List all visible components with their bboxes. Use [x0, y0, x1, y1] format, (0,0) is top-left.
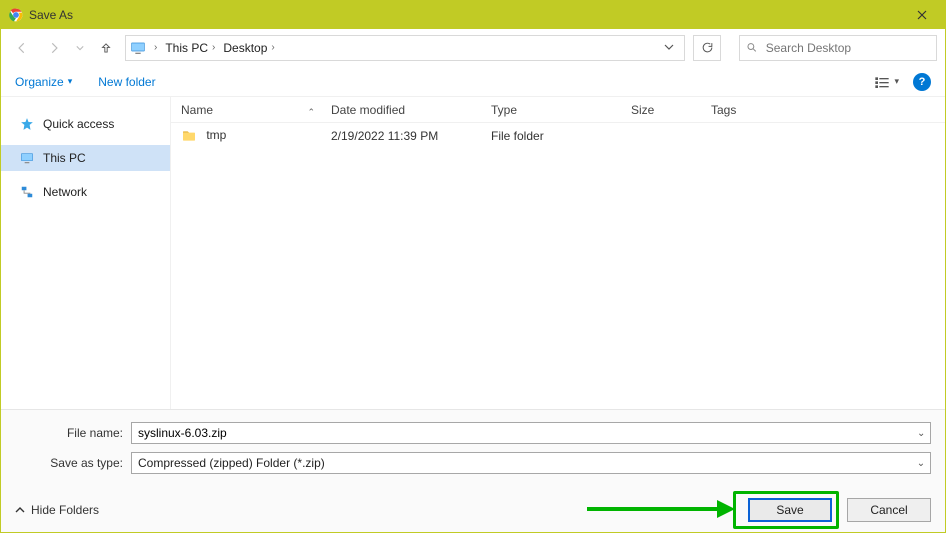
- cancel-button[interactable]: Cancel: [847, 498, 931, 522]
- annotation-highlight: Save: [733, 491, 839, 529]
- hide-folders-toggle[interactable]: Hide Folders: [15, 503, 99, 517]
- forward-button[interactable]: [41, 35, 67, 61]
- nav-label: Network: [43, 185, 87, 199]
- this-pc-icon: [130, 40, 146, 56]
- monitor-icon: [19, 150, 35, 166]
- filename-label: File name:: [15, 426, 131, 440]
- file-date: 2/19/2022 11:39 PM: [321, 129, 481, 143]
- col-name[interactable]: Name⌃: [171, 103, 321, 117]
- command-bar: Organize▾ New folder ▾ ?: [1, 67, 945, 97]
- save-button[interactable]: Save: [748, 498, 832, 522]
- filename-history-dropdown[interactable]: ⌄: [912, 428, 930, 439]
- organize-menu[interactable]: Organize▾: [15, 75, 72, 89]
- window-title: Save As: [29, 8, 73, 22]
- filetype-dropdown[interactable]: ⌄: [912, 458, 930, 469]
- breadcrumb-current[interactable]: Desktop›: [219, 41, 278, 55]
- filetype-value: Compressed (zipped) Folder (*.zip): [132, 456, 912, 470]
- nav-label: Quick access: [43, 117, 114, 131]
- nav-label: This PC: [43, 151, 86, 165]
- bottom-panel: File name: ⌄ Save as type: Compressed (z…: [1, 409, 945, 532]
- nav-row: › This PC› Desktop›: [1, 29, 945, 67]
- file-list: Name⌃ Date modified Type Size Tags tmp 2…: [171, 97, 945, 409]
- filename-input[interactable]: [132, 426, 912, 440]
- column-headers: Name⌃ Date modified Type Size Tags: [171, 97, 945, 123]
- close-button[interactable]: [899, 1, 945, 29]
- chrome-icon: [9, 8, 23, 22]
- nav-this-pc[interactable]: This PC: [1, 145, 170, 171]
- nav-network[interactable]: Network: [1, 179, 170, 205]
- sort-asc-icon: ⌃: [307, 107, 315, 118]
- search-box[interactable]: [739, 35, 937, 61]
- file-row[interactable]: tmp 2/19/2022 11:39 PM File folder: [171, 123, 945, 149]
- filetype-field[interactable]: Compressed (zipped) Folder (*.zip) ⌄: [131, 452, 931, 474]
- folder-icon: [181, 128, 197, 144]
- up-button[interactable]: [93, 35, 119, 61]
- view-options-button[interactable]: ▾: [874, 75, 899, 89]
- col-size[interactable]: Size: [621, 103, 701, 117]
- network-icon: [19, 184, 35, 200]
- col-tags[interactable]: Tags: [701, 103, 801, 117]
- annotation-arrow: [587, 500, 735, 518]
- refresh-button[interactable]: [693, 35, 721, 61]
- breadcrumb-separator[interactable]: ›: [150, 42, 161, 53]
- titlebar: Save As: [1, 1, 945, 29]
- help-button[interactable]: ?: [913, 73, 931, 91]
- breadcrumb-root[interactable]: This PC›: [161, 41, 219, 55]
- new-folder-button[interactable]: New folder: [98, 75, 155, 89]
- file-name: tmp: [206, 128, 226, 142]
- filename-field[interactable]: ⌄: [131, 422, 931, 444]
- navigation-pane: Quick access This PC Network: [1, 97, 171, 409]
- chevron-up-icon: [15, 505, 25, 515]
- col-type[interactable]: Type: [481, 103, 621, 117]
- recent-dropdown[interactable]: [73, 35, 87, 61]
- filetype-label: Save as type:: [15, 456, 131, 470]
- save-as-dialog: Save As › This PC› Desktop›: [0, 0, 946, 533]
- search-input[interactable]: [764, 40, 930, 56]
- star-icon: [19, 116, 35, 132]
- search-icon: [746, 41, 758, 54]
- nav-quick-access[interactable]: Quick access: [1, 111, 170, 137]
- address-history-dropdown[interactable]: [658, 41, 680, 55]
- back-button[interactable]: [9, 35, 35, 61]
- address-bar[interactable]: › This PC› Desktop›: [125, 35, 685, 61]
- file-type: File folder: [481, 129, 621, 143]
- col-date[interactable]: Date modified: [321, 103, 481, 117]
